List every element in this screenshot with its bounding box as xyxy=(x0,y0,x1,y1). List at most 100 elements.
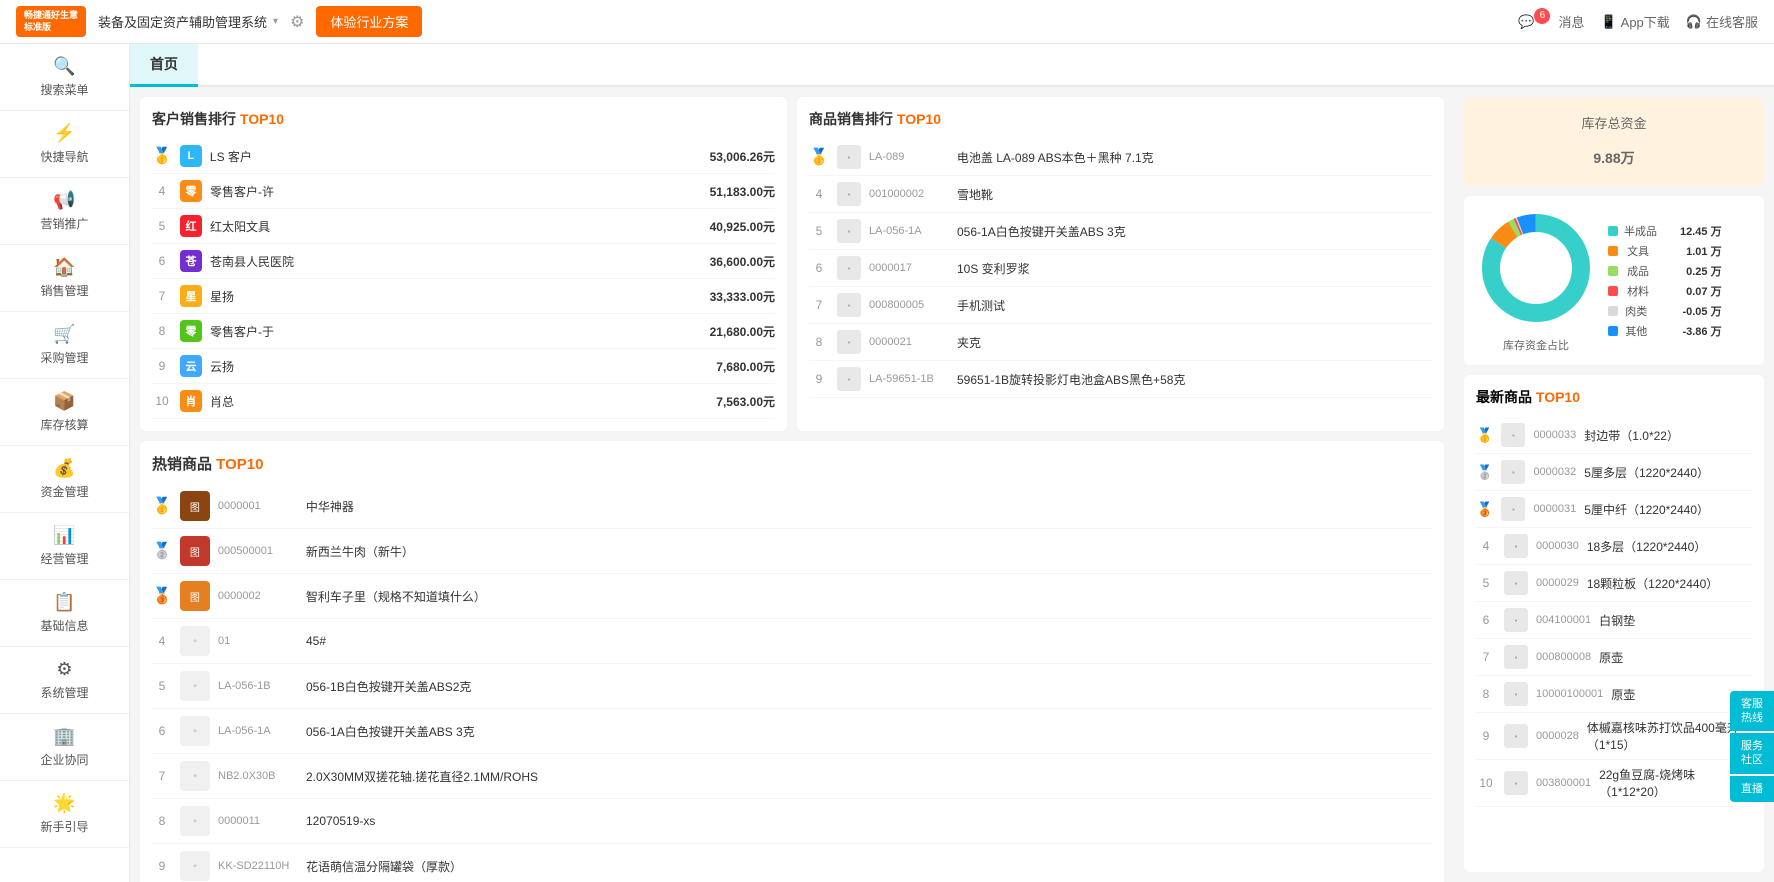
list-item: 5 ▪ 0000029 18颗粒板（1220*2440） xyxy=(1476,565,1752,602)
rank-badge: 红 xyxy=(180,215,202,237)
rank-name: 红太阳文具 xyxy=(210,218,702,235)
float-customer-service[interactable]: 客服热线 xyxy=(1730,691,1774,732)
stock-amount: 9.88万 xyxy=(1480,138,1748,170)
base-info-icon: 📋 xyxy=(53,592,75,613)
rank-badge: 肖 xyxy=(180,390,202,412)
float-community[interactable]: 服务社区 xyxy=(1730,733,1774,774)
sales-icon: 🏠 xyxy=(53,257,75,278)
sidebar-item-sales[interactable]: 🏠 销售管理 xyxy=(0,245,129,312)
product-img: ▪ xyxy=(837,367,861,391)
list-item: 7 ▪ 000800008 原壶 xyxy=(1476,639,1752,676)
product-ranking-title: 商品销售排行 TOP10 xyxy=(809,109,1432,129)
float-service: 客服热线 服务社区 直播 xyxy=(1730,691,1774,802)
product-img: ▪ xyxy=(1504,724,1528,748)
donut-svg xyxy=(1476,208,1596,328)
list-item: 10 ▪ 003800001 22g鱼豆腐-烧烤味（1*12*20） xyxy=(1476,760,1752,807)
list-item: 5 ▪ LA-056-1B 056-1B白色按键开关盖ABS2克 xyxy=(152,664,1432,709)
product-img: ▪ xyxy=(1504,608,1528,632)
product-ranking-table: 🥇 ▪ LA-089 电池盖 LA-089 ABS本色＋黑种 7.1克 4 ▪ … xyxy=(809,139,1432,398)
customer-ranking-title: 客户销售排行 TOP10 xyxy=(152,109,775,129)
sidebar-item-marketing[interactable]: 📢 营销推广 xyxy=(0,178,129,245)
legend-dot-product xyxy=(1608,266,1618,276)
guide-icon: 🌟 xyxy=(53,793,75,814)
product-img: ▪ xyxy=(837,256,861,280)
table-row: 10 肖 肖总 7,563.00元 xyxy=(152,384,775,419)
legend-item: 半成品 12.45 万 xyxy=(1608,223,1722,239)
table-row: 🥇 ▪ LA-089 电池盖 LA-089 ABS本色＋黑种 7.1克 xyxy=(809,139,1432,176)
list-item: 8 ▪ 0000011 12070519-xs xyxy=(152,799,1432,844)
table-row: 7 ▪ 000800005 手机测试 xyxy=(809,287,1432,324)
page-content: 客户销售排行 TOP10 🥇 L LS 客户 53,006.26元 xyxy=(130,87,1774,882)
product-img: ▪ xyxy=(1501,460,1525,484)
medal-gold-icon: 🥇 xyxy=(152,496,172,516)
rank-amount: 7,680.00元 xyxy=(716,358,775,375)
tab-home[interactable]: 首页 xyxy=(130,44,198,87)
operations-icon: 📊 xyxy=(53,525,75,546)
legend-dot-material xyxy=(1608,286,1618,296)
table-row: 4 ▪ 001000002 雪地靴 xyxy=(809,176,1432,213)
product-img: ▪ xyxy=(1501,497,1525,521)
stock-legend: 半成品 12.45 万 文具 1.01 万 成品 0.25 万 xyxy=(1608,223,1722,339)
sidebar-item-quick-nav[interactable]: ⚡ 快捷导航 xyxy=(0,111,129,178)
rank-name: 云扬 xyxy=(210,358,708,375)
product-img: ▪ xyxy=(837,330,861,354)
table-row: 7 星 星扬 33,333.00元 xyxy=(152,279,775,314)
product-thumbnail: ▪ xyxy=(180,671,210,701)
sidebar-item-operations[interactable]: 📊 经营管理 xyxy=(0,513,129,580)
list-item: 🥉 图 0000002 智利车子里（规格不知道填什么） xyxy=(152,574,1432,619)
product-img: ▪ xyxy=(1501,423,1525,447)
app-download-button[interactable]: 📱 App下载 xyxy=(1600,12,1669,31)
product-thumbnail: 图 xyxy=(180,536,210,566)
medal-gold-icon: 🥇 xyxy=(1476,427,1493,444)
hot-products-card: 热销商品 TOP10 🥇 图 0000001 中华神器 🥈 图 0005000 xyxy=(140,441,1444,882)
sidebar-item-enterprise[interactable]: 🏢 企业协同 xyxy=(0,714,129,781)
float-live[interactable]: 直播 xyxy=(1730,776,1774,802)
inventory-icon: 📦 xyxy=(53,391,75,412)
rank-name: 肖总 xyxy=(210,393,708,410)
table-row: 8 零 零售客户-于 21,680.00元 xyxy=(152,314,775,349)
sidebar: 🔍 搜索菜单 ⚡ 快捷导航 📢 营销推广 🏠 销售管理 🛒 采购管理 📦 库存核… xyxy=(0,44,130,882)
content-area: 首页 客户销售排行 TOP10 🥇 xyxy=(130,44,1774,882)
trial-button[interactable]: 体验行业方案 xyxy=(316,6,422,37)
rank-amount: 7,563.00元 xyxy=(716,393,775,410)
system-icon: ⚙ xyxy=(56,659,72,680)
system-selector[interactable]: 装备及固定资产辅助管理系统 ▾ xyxy=(98,12,278,31)
medal-bronze-icon: 🥉 xyxy=(1476,501,1493,518)
newest-products-list: 🥇 ▪ 0000033 封边带（1.0*22） 🥈 ▪ 0000032 5厘多层… xyxy=(1476,417,1752,807)
sidebar-item-finance[interactable]: 💰 资金管理 xyxy=(0,446,129,513)
left-panel: 客户销售排行 TOP10 🥇 L LS 客户 53,006.26元 xyxy=(130,87,1454,882)
sidebar-item-guide[interactable]: 🌟 新手引导 xyxy=(0,781,129,848)
message-badge: 6 xyxy=(1534,8,1550,24)
product-img: ▪ xyxy=(1504,571,1528,595)
settings-icon[interactable]: ⚙ xyxy=(290,12,304,32)
messages-button[interactable]: 💬 6 消息 xyxy=(1518,12,1584,31)
legend-dot-other xyxy=(1608,326,1618,336)
topbar-right: 💬 6 消息 📱 App下载 🎧 在线客服 xyxy=(1518,12,1758,31)
rankings-row: 客户销售排行 TOP10 🥇 L LS 客户 53,006.26元 xyxy=(140,97,1444,431)
product-thumbnail: ▪ xyxy=(180,806,210,836)
sidebar-item-purchase[interactable]: 🛒 采购管理 xyxy=(0,312,129,379)
main-layout: 🔍 搜索菜单 ⚡ 快捷导航 📢 营销推广 🏠 销售管理 🛒 采购管理 📦 库存核… xyxy=(0,44,1774,882)
customer-ranking-table: 🥇 L LS 客户 53,006.26元 4 零 零售客户-许 51,183.0… xyxy=(152,139,775,419)
legend-dot-meat xyxy=(1608,306,1618,316)
sidebar-item-inventory[interactable]: 📦 库存核算 xyxy=(0,379,129,446)
rank-amount: 33,333.00元 xyxy=(710,288,775,305)
product-img: ▪ xyxy=(1504,645,1528,669)
rank-name: 零售客户-于 xyxy=(210,323,702,340)
rank-badge: 零 xyxy=(180,180,202,202)
list-item: 4 ▪ 0000030 18多层（1220*2440） xyxy=(1476,528,1752,565)
sidebar-item-search[interactable]: 🔍 搜索菜单 xyxy=(0,44,129,111)
stock-title: 库存总资金 xyxy=(1480,113,1748,132)
list-item: 6 ▪ LA-056-1A 056-1A白色按键开关盖ABS 3克 xyxy=(152,709,1432,754)
product-img: ▪ xyxy=(837,219,861,243)
table-row: 6 苍 苍南县人民医院 36,600.00元 xyxy=(152,244,775,279)
list-item: 4 ▪ 01 45# xyxy=(152,619,1432,664)
sidebar-item-system[interactable]: ⚙ 系统管理 xyxy=(0,647,129,714)
table-row: 🥇 L LS 客户 53,006.26元 xyxy=(152,139,775,174)
legend-item: 成品 0.25 万 xyxy=(1608,263,1722,279)
rank-badge: 零 xyxy=(180,320,202,342)
legend-dot-semifinished xyxy=(1608,226,1618,236)
sidebar-item-base-info[interactable]: 📋 基础信息 xyxy=(0,580,129,647)
rank-name: 苍南县人民医院 xyxy=(210,253,702,270)
online-service-button[interactable]: 🎧 在线客服 xyxy=(1686,12,1758,31)
